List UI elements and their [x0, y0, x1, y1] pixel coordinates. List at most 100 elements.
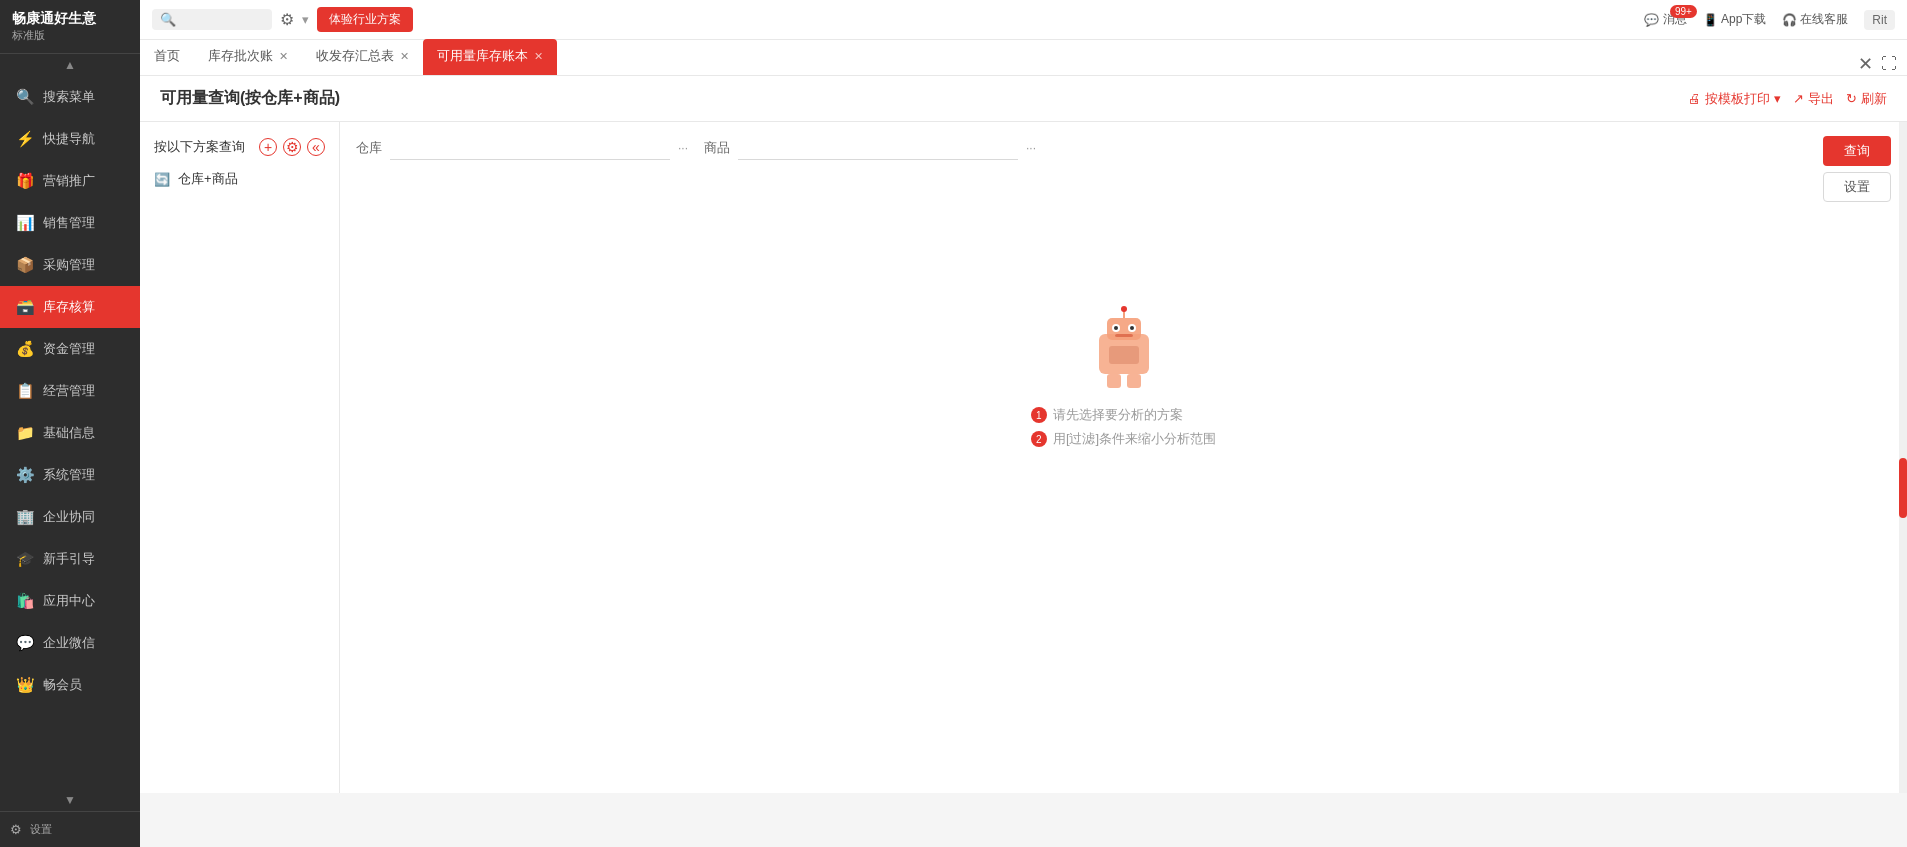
topbar-right: 💬 消息 99+ 📱 App下载 🎧 在线客服 Rit: [1644, 10, 1895, 30]
svg-rect-8: [1107, 374, 1121, 388]
page-header: 可用量查询(按仓库+商品) 🖨 按模板打印 ▾ ↗ 导出 ↻ 刷新: [140, 76, 1907, 122]
sidebar-item-新手引导[interactable]: 🎓新手引导: [0, 538, 140, 580]
sidebar-icon-5: 🗃️: [16, 298, 35, 316]
page-content: 可用量查询(按仓库+商品) 🖨 按模板打印 ▾ ↗ 导出 ↻ 刷新: [140, 76, 1907, 847]
filter-panel-title: 按以下方案查询: [154, 138, 245, 156]
tab-close-2[interactable]: ✕: [400, 50, 409, 63]
sidebar-icon-0: 🔍: [16, 88, 35, 106]
tab-label-3: 可用量库存账本: [437, 47, 528, 65]
goods-input[interactable]: [738, 136, 1018, 160]
sidebar-scroll-up[interactable]: ▲: [0, 54, 140, 76]
sidebar-icon-11: 🎓: [16, 550, 35, 568]
tabs-bar: 首页库存批次账✕收发存汇总表✕可用量库存账本✕ ✕ ⛶: [140, 40, 1907, 76]
sidebar-icon-12: 🛍️: [16, 592, 35, 610]
sidebar-icon-8: 📁: [16, 424, 35, 442]
export-label: 导出: [1808, 90, 1834, 108]
sidebar-item-label-3: 销售管理: [43, 214, 95, 232]
sidebar-scroll-down[interactable]: ▼: [0, 789, 140, 811]
user-label: Rit: [1872, 13, 1887, 27]
search-icon: 🔍: [160, 12, 176, 27]
sidebar-item-库存核算[interactable]: 🗃️ 库存核算: [0, 286, 140, 328]
refresh-btn[interactable]: ↻ 刷新: [1846, 90, 1887, 108]
online-service-btn[interactable]: 🎧 在线客服: [1782, 11, 1848, 28]
sidebar-item-搜索菜单[interactable]: 🔍搜索菜单: [0, 76, 140, 118]
page-title: 可用量查询(按仓库+商品): [160, 88, 340, 109]
query-button[interactable]: 查询: [1823, 136, 1891, 166]
content-area: 按以下方案查询 + ⚙ « 🔄 仓库+商品 仓库: [140, 122, 1907, 793]
app-subtitle: 标准版: [12, 28, 128, 43]
sidebar-item-企业协同[interactable]: 🏢企业协同: [0, 496, 140, 538]
manage-scheme-icon[interactable]: ⚙: [283, 138, 301, 156]
tab-close-1[interactable]: ✕: [279, 50, 288, 63]
sidebar-item-label-4: 采购管理: [43, 256, 95, 274]
sidebar-bottom-label: 设置: [30, 822, 52, 837]
add-scheme-icon[interactable]: +: [259, 138, 277, 156]
sidebar-item-企业微信[interactable]: 💬企业微信: [0, 622, 140, 664]
sidebar-icon-1: ⚡: [16, 130, 35, 148]
sidebar-icon-14: 👑: [16, 676, 35, 694]
sidebar-item-label-13: 企业微信: [43, 634, 95, 652]
settings-button[interactable]: 设置: [1823, 172, 1891, 202]
sidebar: 畅康通好生意 标准版 ▲ 🔍搜索菜单⚡快捷导航🎁营销推广📊销售管理📦采购管理🗃️…: [0, 0, 140, 847]
empty-state: 1 请先选择要分析的方案 2 用[过滤]条件来缩小分析范围: [356, 176, 1891, 576]
sidebar-item-应用中心[interactable]: 🛍️应用中心: [0, 580, 140, 622]
expand-tab-icon[interactable]: ⛶: [1881, 55, 1897, 73]
print-btn[interactable]: 🖨 按模板打印 ▾: [1688, 90, 1781, 108]
tab-可用量库存账本[interactable]: 可用量库存账本 ✕: [423, 39, 557, 75]
export-btn[interactable]: ↗ 导出: [1793, 90, 1834, 108]
app-download-btn[interactable]: 📱 App下载: [1703, 11, 1766, 28]
app-title: 畅康通好生意: [12, 10, 128, 28]
settings-icon: ⚙: [10, 822, 22, 837]
tab-库存批次账[interactable]: 库存批次账 ✕: [194, 39, 302, 75]
warehouse-label: 仓库: [356, 139, 382, 157]
filter-item-label: 仓库+商品: [178, 170, 238, 188]
dropdown-icon[interactable]: ▾: [302, 12, 309, 27]
empty-tips: 1 请先选择要分析的方案 2 用[过滤]条件来缩小分析范围: [1031, 406, 1216, 448]
tab-收发存汇总表[interactable]: 收发存汇总表✕: [302, 39, 423, 75]
sidebar-item-label-7: 经营管理: [43, 382, 95, 400]
sidebar-item-营销推广[interactable]: 🎁营销推广: [0, 160, 140, 202]
sidebar-item-系统管理[interactable]: ⚙️系统管理: [0, 454, 140, 496]
sidebar-item-label-8: 基础信息: [43, 424, 95, 442]
sidebar-item-label-5: 库存核算: [43, 298, 95, 316]
sidebar-item-经营管理[interactable]: 📋经营管理: [0, 370, 140, 412]
right-scrollbar[interactable]: [1899, 122, 1907, 793]
goods-more-btn[interactable]: ···: [1026, 141, 1036, 155]
close-tab-icon[interactable]: ✕: [1858, 53, 1873, 75]
print-icon: 🖨: [1688, 91, 1701, 106]
tip-num-1: 1: [1031, 407, 1047, 423]
trial-button[interactable]: 体验行业方案: [317, 7, 413, 32]
sidebar-item-快捷导航[interactable]: ⚡ 快捷导航: [0, 118, 140, 160]
sidebar-item-采购管理[interactable]: 📦采购管理: [0, 244, 140, 286]
sidebar-item-资金管理[interactable]: 💰资金管理: [0, 328, 140, 370]
main-area: 🔍 ⚙ ▾ 体验行业方案 💬 消息 99+ 📱 App下载 🎧 在线客服 Rit: [140, 0, 1907, 847]
refresh-icon: ↻: [1846, 91, 1857, 106]
svg-rect-9: [1127, 374, 1141, 388]
tab-close-3[interactable]: ✕: [534, 50, 543, 63]
tab-label-1: 库存批次账: [208, 47, 273, 65]
collapse-panel-icon[interactable]: «: [307, 138, 325, 156]
search-box[interactable]: 🔍: [152, 9, 272, 30]
filter-item-warehouse-goods[interactable]: 🔄 仓库+商品: [140, 162, 339, 196]
tip-2: 2 用[过滤]条件来缩小分析范围: [1031, 430, 1216, 448]
tip-text-1: 请先选择要分析的方案: [1053, 406, 1183, 424]
sidebar-icon-3: 📊: [16, 214, 35, 232]
sidebar-item-基础信息[interactable]: 📁 基础信息: [0, 412, 140, 454]
sidebar-item-label-6: 资金管理: [43, 340, 95, 358]
gear-icon[interactable]: ⚙: [280, 10, 294, 29]
sidebar-item-label-1: 快捷导航: [43, 130, 95, 148]
sidebar-item-label-10: 企业协同: [43, 508, 95, 526]
sidebar-item-label-9: 系统管理: [43, 466, 95, 484]
filter-panel: 按以下方案查询 + ⚙ « 🔄 仓库+商品: [140, 122, 340, 793]
search-input[interactable]: [180, 13, 260, 27]
warehouse-input[interactable]: [390, 136, 670, 160]
sidebar-item-畅会员[interactable]: 👑畅会员: [0, 664, 140, 706]
warehouse-more-btn[interactable]: ···: [678, 141, 688, 155]
tab-首页[interactable]: 首页: [140, 39, 194, 75]
sidebar-item-销售管理[interactable]: 📊 销售管理: [0, 202, 140, 244]
print-dropdown-icon[interactable]: ▾: [1774, 91, 1781, 106]
tabs-actions: ✕ ⛶: [1848, 53, 1907, 75]
svg-point-11: [1121, 306, 1127, 312]
message-btn[interactable]: 💬 消息 99+: [1644, 11, 1687, 28]
user-info[interactable]: Rit: [1864, 10, 1895, 30]
